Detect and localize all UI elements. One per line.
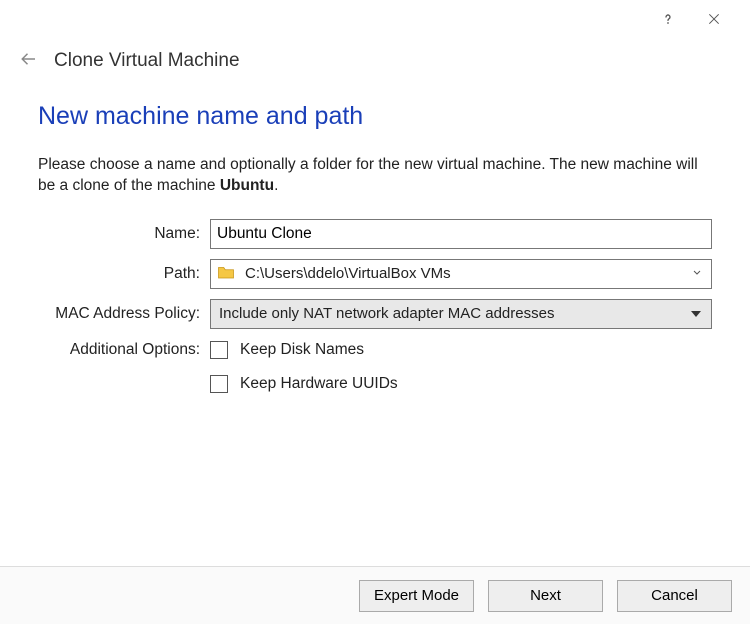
path-value: C:\Users\ddelo\VirtualBox VMs [245,265,451,282]
mac-policy-dropdown[interactable]: Include only NAT network adapter MAC add… [210,299,712,329]
page-title: New machine name and path [38,102,712,131]
expert-mode-button[interactable]: Expert Mode [359,580,474,612]
next-button[interactable]: Next [488,580,603,612]
additional-options-row: Additional Options: Keep Disk Names Keep… [38,339,712,403]
path-select[interactable]: C:\Users\ddelo\VirtualBox VMs [210,259,712,289]
cancel-button[interactable]: Cancel [617,580,732,612]
keep-disk-names-label: Keep Disk Names [240,341,364,359]
dialog-title: Clone Virtual Machine [54,50,240,72]
checkbox-icon [210,341,228,359]
path-label: Path: [38,265,210,283]
content-area: New machine name and path Please choose … [0,102,750,403]
dialog-footer: Expert Mode Next Cancel [0,566,750,624]
help-icon[interactable] [660,11,676,31]
keep-hw-uuids-checkbox[interactable]: Keep Hardware UUIDs [210,375,712,393]
description-post: . [274,177,278,194]
checkbox-icon [210,375,228,393]
close-icon[interactable] [706,11,722,31]
mac-policy-label: MAC Address Policy: [38,305,210,323]
additional-options-label: Additional Options: [38,339,210,359]
keep-hw-uuids-label: Keep Hardware UUIDs [240,375,398,393]
triangle-down-icon [691,311,701,317]
description-pre: Please choose a name and optionally a fo… [38,156,698,194]
chevron-down-icon [691,265,703,282]
name-input[interactable] [210,219,712,249]
titlebar [0,0,750,42]
mac-policy-row: MAC Address Policy: Include only NAT net… [38,299,712,329]
dialog-header: Clone Virtual Machine [0,42,750,92]
back-arrow-icon[interactable] [20,50,38,72]
description-text: Please choose a name and optionally a fo… [38,155,712,197]
name-label: Name: [38,225,210,243]
path-row: Path: C:\Users\ddelo\VirtualBox VMs [38,259,712,289]
mac-policy-value: Include only NAT network adapter MAC add… [219,305,554,322]
description-machine-name: Ubuntu [220,177,274,194]
keep-disk-names-checkbox[interactable]: Keep Disk Names [210,341,712,359]
name-row: Name: [38,219,712,249]
folder-icon [217,264,245,284]
